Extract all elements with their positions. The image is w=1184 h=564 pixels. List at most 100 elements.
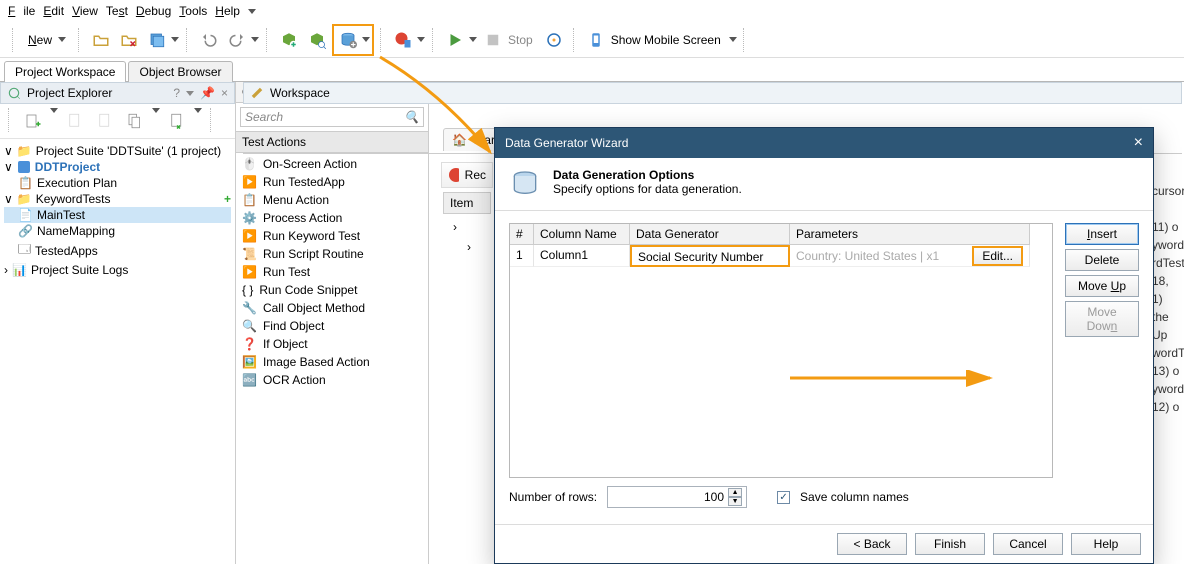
save-cols-label[interactable]: Save column names bbox=[800, 490, 909, 504]
num-rows-input[interactable]: 100 ▲▼ bbox=[607, 486, 747, 508]
list-item[interactable]: ▶️Run TestedApp bbox=[236, 173, 428, 191]
doc3-icon[interactable] bbox=[122, 108, 148, 134]
cube-add-icon[interactable] bbox=[276, 27, 302, 53]
menu-tools[interactable]: Tools bbox=[179, 4, 207, 18]
list-item[interactable]: 🔍Find Object bbox=[236, 317, 428, 335]
redo-dropdown[interactable] bbox=[250, 37, 260, 42]
tab-object-browser[interactable]: Object Browser bbox=[128, 61, 232, 82]
col-params[interactable]: Parameters bbox=[790, 224, 1030, 245]
grid-column-item[interactable]: Item bbox=[443, 192, 491, 214]
list-item[interactable]: ▶️Run Keyword Test bbox=[236, 227, 428, 245]
wizard-title: Data Generator Wizard bbox=[505, 136, 628, 150]
expand-icon[interactable]: › bbox=[453, 220, 497, 234]
help-button[interactable]: Help bbox=[1071, 533, 1141, 555]
search-input[interactable]: Search 🔍 bbox=[240, 107, 424, 127]
col-generator[interactable]: Data Generator bbox=[630, 224, 790, 245]
close-project-icon[interactable] bbox=[116, 27, 142, 53]
wizard-titlebar[interactable]: Data Generator Wizard × bbox=[495, 128, 1153, 158]
target-icon[interactable] bbox=[541, 27, 567, 53]
menu-test[interactable]: Test bbox=[106, 4, 128, 18]
panel-help-icon[interactable]: ? bbox=[173, 86, 180, 100]
save-all-icon[interactable] bbox=[144, 27, 170, 53]
list-item[interactable]: 📋Menu Action bbox=[236, 191, 428, 209]
panel-close-icon[interactable]: × bbox=[221, 86, 228, 100]
redo-icon[interactable] bbox=[224, 27, 250, 53]
close-icon[interactable]: × bbox=[1134, 134, 1143, 152]
mobile-icon[interactable] bbox=[583, 27, 609, 53]
project-tree[interactable]: ∨📁Project Suite 'DDTSuite' (1 project) ∨… bbox=[0, 139, 235, 282]
columns-grid[interactable]: # Column Name Data Generator Parameters … bbox=[509, 223, 1053, 478]
doc4-dropdown[interactable] bbox=[194, 108, 202, 113]
add-item-icon[interactable] bbox=[20, 108, 46, 134]
menu-overflow-icon[interactable] bbox=[248, 9, 256, 14]
edit-button[interactable]: Edit... bbox=[972, 246, 1023, 266]
run-icon[interactable] bbox=[442, 27, 468, 53]
finish-button[interactable]: Finish bbox=[915, 533, 985, 555]
expand-icon[interactable]: ∨ bbox=[4, 160, 13, 174]
record-bar[interactable]: Rec bbox=[441, 162, 493, 188]
action-icon: ▶️ bbox=[242, 175, 257, 189]
spinner[interactable]: ▲▼ bbox=[728, 488, 742, 506]
project-label[interactable]: DDTProject bbox=[35, 160, 100, 174]
add-item-dropdown[interactable] bbox=[50, 108, 58, 113]
doc3-dropdown[interactable] bbox=[152, 108, 160, 113]
list-item[interactable]: ❓If Object bbox=[236, 335, 428, 353]
moveup-button[interactable]: Move Up bbox=[1065, 275, 1139, 297]
undo-icon[interactable] bbox=[196, 27, 222, 53]
open-icon[interactable] bbox=[88, 27, 114, 53]
exec-label[interactable]: Execution Plan bbox=[37, 176, 117, 190]
list-item[interactable]: 🔤OCR Action bbox=[236, 371, 428, 389]
doc1-icon[interactable] bbox=[62, 108, 88, 134]
expand-icon[interactable]: › bbox=[4, 263, 8, 277]
menu-view[interactable]: View bbox=[72, 4, 98, 18]
col-name[interactable]: Column Name bbox=[534, 224, 630, 245]
mobile-dropdown[interactable] bbox=[729, 37, 737, 42]
cell-params[interactable]: Country: United States | x1 Edit... bbox=[790, 245, 1030, 267]
tab-project-workspace[interactable]: Project Workspace bbox=[4, 61, 126, 82]
cancel-button[interactable]: Cancel bbox=[993, 533, 1063, 555]
data-generator-icon[interactable] bbox=[335, 27, 361, 53]
doc2-icon[interactable] bbox=[92, 108, 118, 134]
cell-name[interactable]: Column1 bbox=[534, 245, 630, 267]
record-icon[interactable] bbox=[390, 27, 416, 53]
list-item[interactable]: ⚙️Process Action bbox=[236, 209, 428, 227]
menu-edit[interactable]: Edit bbox=[43, 4, 64, 18]
doc4-icon[interactable] bbox=[164, 108, 190, 134]
suite-label[interactable]: Project Suite 'DDTSuite' (1 project) bbox=[36, 144, 221, 158]
list-item[interactable]: 🔧Call Object Method bbox=[236, 299, 428, 317]
maintest-label[interactable]: MainTest bbox=[37, 208, 85, 222]
expand-icon[interactable]: › bbox=[467, 240, 497, 254]
back-button[interactable]: < Back bbox=[837, 533, 907, 555]
list-item[interactable]: 🖱️On-Screen Action bbox=[236, 155, 428, 173]
expand-icon[interactable]: ∨ bbox=[4, 144, 13, 158]
list-item[interactable]: { }Run Code Snippet bbox=[236, 281, 428, 299]
menu-debug[interactable]: Debug bbox=[136, 4, 171, 18]
run-dropdown[interactable] bbox=[468, 37, 478, 42]
stop-icon[interactable] bbox=[480, 27, 506, 53]
new-button[interactable]: New bbox=[22, 29, 72, 51]
menu-help[interactable]: Help bbox=[215, 4, 240, 18]
save-dropdown[interactable] bbox=[170, 37, 180, 42]
delete-button[interactable]: Delete bbox=[1065, 249, 1139, 271]
cube-search-icon[interactable] bbox=[304, 27, 330, 53]
add-icon[interactable]: + bbox=[224, 192, 231, 206]
kwt-label[interactable]: KeywordTests bbox=[36, 192, 111, 206]
col-num[interactable]: # bbox=[510, 224, 534, 245]
save-cols-checkbox[interactable]: ✓ bbox=[777, 491, 790, 504]
namemap-label[interactable]: NameMapping bbox=[37, 224, 115, 238]
apps-label[interactable]: TestedApps bbox=[35, 244, 98, 258]
cell-generator[interactable]: Social Security Number bbox=[630, 245, 790, 267]
menu-file[interactable]: File bbox=[8, 4, 35, 18]
list-item[interactable]: 🖼️Image Based Action bbox=[236, 353, 428, 371]
list-item[interactable]: ▶️Run Test bbox=[236, 263, 428, 281]
record-dropdown[interactable] bbox=[416, 37, 426, 42]
mobile-label[interactable]: Show Mobile Screen bbox=[611, 33, 721, 47]
list-item[interactable]: 📜Run Script Routine bbox=[236, 245, 428, 263]
panel-menu-icon[interactable] bbox=[186, 91, 194, 96]
datagen-dropdown[interactable] bbox=[361, 37, 371, 42]
insert-button[interactable]: Insert bbox=[1065, 223, 1139, 245]
cell-num[interactable]: 1 bbox=[510, 245, 534, 267]
expand-icon[interactable]: ∨ bbox=[4, 192, 13, 206]
panel-pin-icon[interactable]: 📌 bbox=[200, 86, 215, 100]
logs-label[interactable]: Project Suite Logs bbox=[31, 263, 128, 277]
